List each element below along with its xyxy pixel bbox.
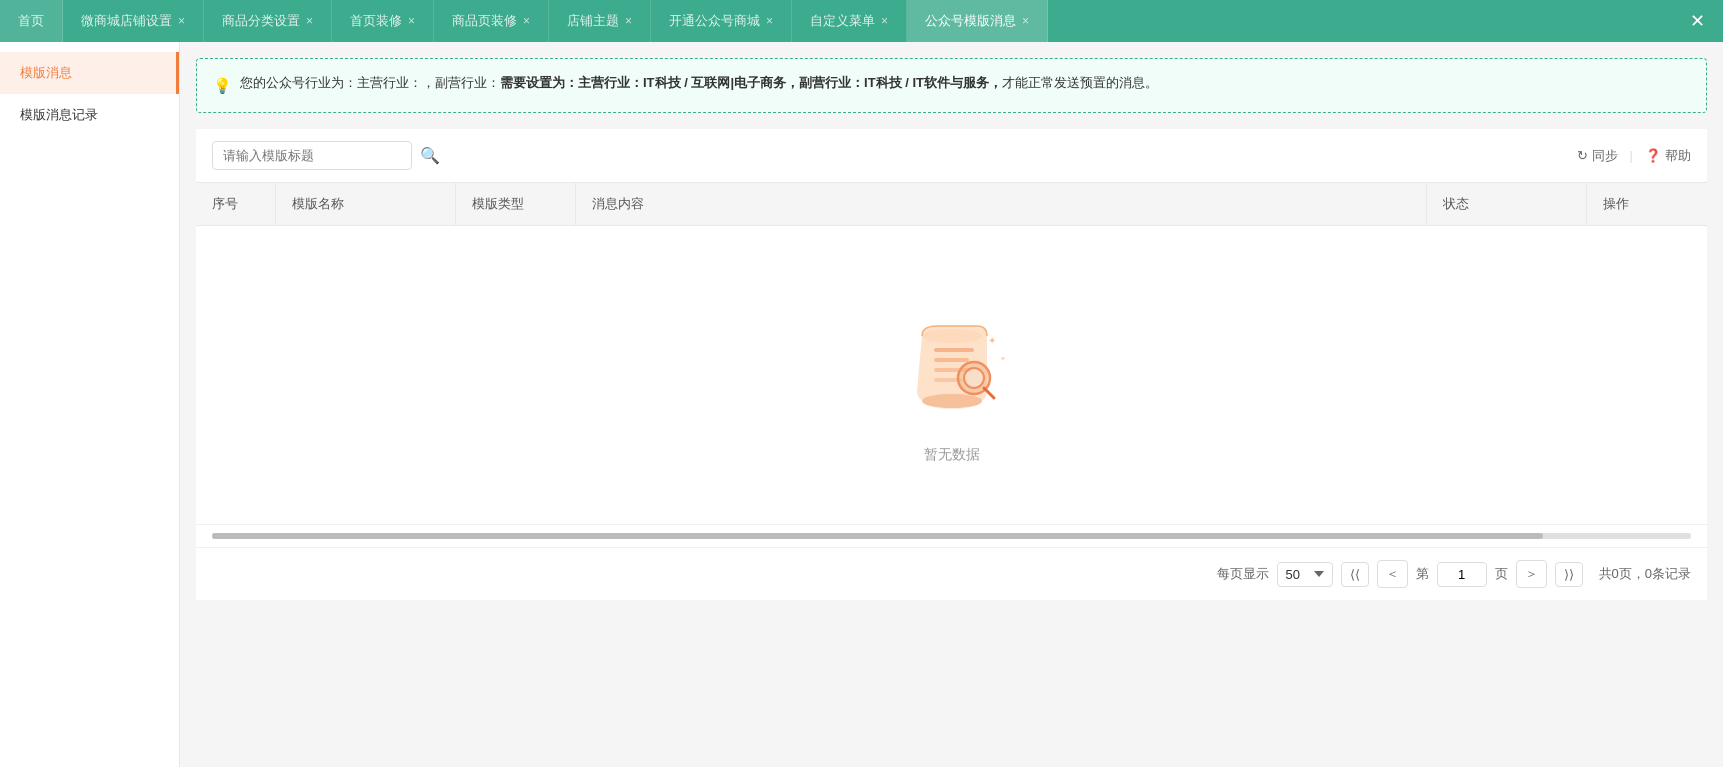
tab-store-settings[interactable]: 微商城店铺设置 × xyxy=(63,0,204,42)
next-page-button[interactable]: ＞ xyxy=(1516,560,1547,588)
tab-label-home-decor: 首页装修 xyxy=(350,12,402,30)
tab-category-settings[interactable]: 商品分类设置 × xyxy=(204,0,332,42)
tab-close-product-decor[interactable]: × xyxy=(523,14,530,28)
svg-rect-4 xyxy=(934,358,969,362)
scroll-bar-area[interactable] xyxy=(196,524,1707,547)
sidebar-item-template-record[interactable]: 模版消息记录 xyxy=(0,94,179,136)
help-icon: ❓ xyxy=(1645,148,1661,163)
col-name: 模版名称 xyxy=(276,183,456,225)
tab-home-decor[interactable]: 首页装修 × xyxy=(332,0,434,42)
sync-button[interactable]: ↻ 同步 xyxy=(1577,147,1618,165)
col-status: 状态 xyxy=(1427,183,1587,225)
tab-label-store-theme: 店铺主题 xyxy=(567,12,619,30)
pagination: 每页显示 50 10 20 100 ⟨⟨ ＜ 第 页 ＞ ⟩⟩ 共0页，0条记录 xyxy=(196,547,1707,600)
tab-open-mall[interactable]: 开通公众号商城 × xyxy=(651,0,792,42)
empty-state: ✦ ✦ 暂无数据 xyxy=(196,226,1707,524)
alert-box: 💡 您的公众号行业为：主营行业：，副营行业：需要设置为：主营行业：IT科技 / … xyxy=(196,58,1707,113)
last-page-button[interactable]: ⟩⟩ xyxy=(1555,562,1583,587)
table-header: 序号 模版名称 模版类型 消息内容 状态 操作 xyxy=(196,182,1707,226)
svg-point-8 xyxy=(964,368,984,388)
tab-close-template-msg[interactable]: × xyxy=(1022,14,1029,28)
col-type: 模版类型 xyxy=(456,183,576,225)
per-page-select[interactable]: 50 10 20 100 xyxy=(1277,562,1333,587)
col-index: 序号 xyxy=(196,183,276,225)
svg-point-1 xyxy=(922,394,982,408)
tab-label-custom-menu: 自定义菜单 xyxy=(810,12,875,30)
page-suffix: 页 xyxy=(1495,565,1508,583)
scroll-track[interactable] xyxy=(212,533,1691,539)
tab-close-home-decor[interactable]: × xyxy=(408,14,415,28)
sidebar: 模版消息模版消息记录 xyxy=(0,42,180,767)
sidebar-item-template-msg[interactable]: 模版消息 xyxy=(0,52,179,94)
tab-store-theme[interactable]: 店铺主题 × xyxy=(549,0,651,42)
alert-text: 您的公众号行业为：主营行业：，副营行业：需要设置为：主营行业：IT科技 / 互联… xyxy=(240,73,1158,94)
svg-rect-3 xyxy=(934,348,974,352)
search-left: 🔍 xyxy=(212,141,440,170)
tab-label-open-mall: 开通公众号商城 xyxy=(669,12,760,30)
col-action: 操作 xyxy=(1587,183,1707,225)
tab-close-category-settings[interactable]: × xyxy=(306,14,313,28)
table-container: 🔍 ↻ 同步 | ❓ 帮助 序号 模版名称 模版 xyxy=(196,129,1707,600)
search-right: ↻ 同步 | ❓ 帮助 xyxy=(1577,147,1691,165)
help-label: 帮助 xyxy=(1665,147,1691,165)
tab-close-open-mall[interactable]: × xyxy=(766,14,773,28)
divider: | xyxy=(1630,148,1633,163)
tab-label-category-settings: 商品分类设置 xyxy=(222,12,300,30)
bulb-icon: 💡 xyxy=(213,74,232,98)
tab-close-store-theme[interactable]: × xyxy=(625,14,632,28)
main-layout: 模版消息模版消息记录 💡 您的公众号行业为：主营行业：，副营行业：需要设置为：主… xyxy=(0,42,1723,767)
tab-label-product-decor: 商品页装修 xyxy=(452,12,517,30)
prev-page-button[interactable]: ＜ xyxy=(1377,560,1408,588)
svg-text:✦: ✦ xyxy=(1000,355,1006,362)
help-button[interactable]: ❓ 帮助 xyxy=(1645,147,1691,165)
page-label: 第 xyxy=(1416,565,1429,583)
tab-custom-menu[interactable]: 自定义菜单 × xyxy=(792,0,907,42)
sync-icon: ↻ xyxy=(1577,148,1588,163)
page-total: 共0页，0条记录 xyxy=(1599,565,1691,583)
tab-close-custom-menu[interactable]: × xyxy=(881,14,888,28)
svg-text:✦: ✦ xyxy=(988,335,996,346)
content-area: 💡 您的公众号行业为：主营行业：，副营行业：需要设置为：主营行业：IT科技 / … xyxy=(180,42,1723,767)
per-page-label: 每页显示 xyxy=(1217,565,1269,583)
close-all-icon[interactable]: ✕ xyxy=(1672,10,1723,32)
col-content: 消息内容 xyxy=(576,183,1427,225)
search-bar: 🔍 ↻ 同步 | ❓ 帮助 xyxy=(196,129,1707,182)
tab-home[interactable]: 首页 xyxy=(0,0,63,42)
tab-label-home: 首页 xyxy=(18,12,44,30)
empty-illustration: ✦ ✦ xyxy=(892,306,1012,426)
tab-label-template-msg: 公众号模版消息 xyxy=(925,12,1016,30)
tab-label-store-settings: 微商城店铺设置 xyxy=(81,12,172,30)
sync-label: 同步 xyxy=(1592,147,1618,165)
scroll-thumb[interactable] xyxy=(212,533,1543,539)
tab-close-store-settings[interactable]: × xyxy=(178,14,185,28)
svg-point-2 xyxy=(922,329,982,343)
empty-text: 暂无数据 xyxy=(924,446,980,464)
page-input[interactable] xyxy=(1437,562,1487,587)
tab-bar: 首页微商城店铺设置×商品分类设置×首页装修×商品页装修×店铺主题×开通公众号商城… xyxy=(0,0,1723,42)
search-button[interactable]: 🔍 xyxy=(420,146,440,165)
tab-product-decor[interactable]: 商品页装修 × xyxy=(434,0,549,42)
search-input[interactable] xyxy=(212,141,412,170)
first-page-button[interactable]: ⟨⟨ xyxy=(1341,562,1369,587)
tab-template-msg[interactable]: 公众号模版消息 × xyxy=(907,0,1048,42)
